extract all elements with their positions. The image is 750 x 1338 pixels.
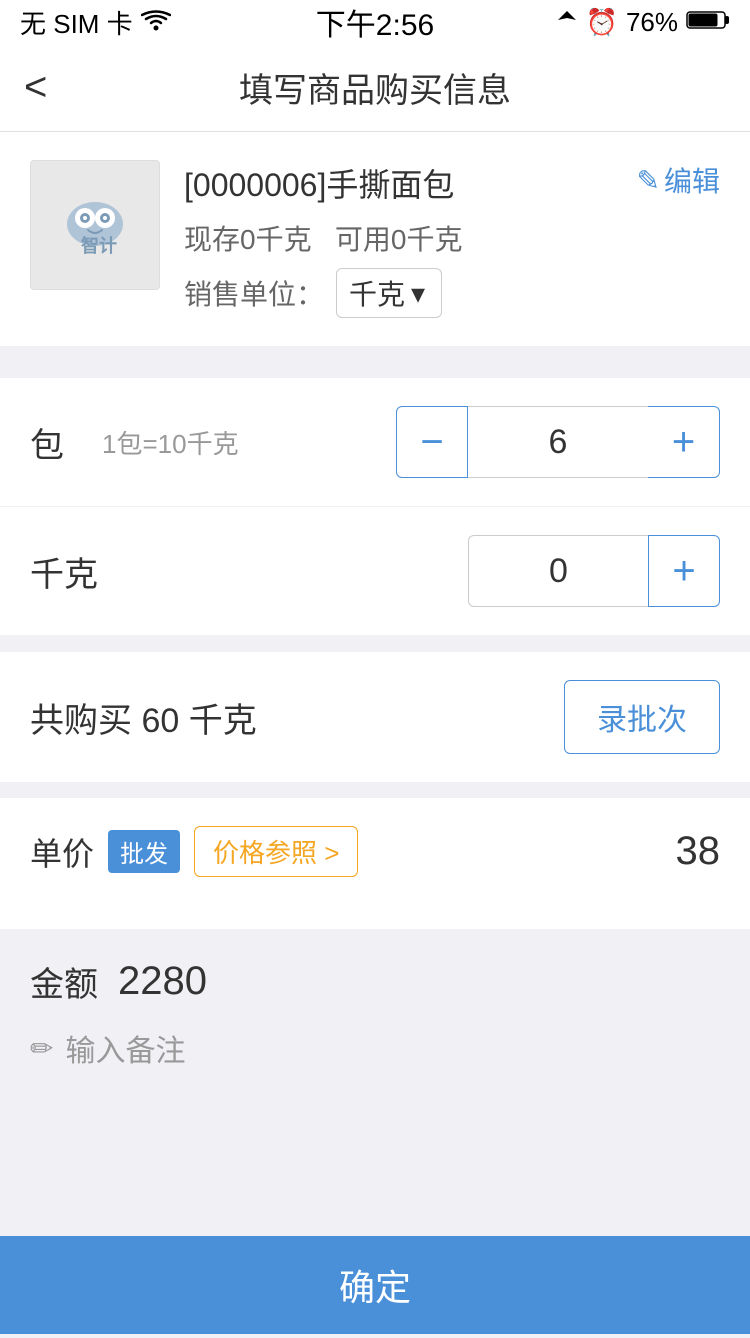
product-name: [0000006]手撕面包 [184, 160, 454, 206]
package-label: 包 [30, 418, 90, 467]
edit-icon: ✎ [637, 164, 660, 197]
alarm-icon: ⏰ [586, 7, 618, 38]
divider-2 [0, 782, 750, 798]
svg-text:智计: 智计 [81, 235, 117, 254]
kg-quantity-control: + [468, 535, 720, 607]
package-section: 包 1包=10千克 − + 千克 + [0, 378, 750, 636]
product-card: 智计 [0000006]手撕面包 ✎ 编辑 现存0千克 可用0千克 销售单位： … [0, 132, 750, 346]
record-batch-button[interactable]: 录批次 [564, 680, 720, 754]
note-row[interactable]: ✏ 输入备注 [30, 1026, 720, 1070]
product-image: 智计 [30, 160, 160, 290]
location-icon [556, 7, 578, 38]
pencil-icon: ✏ [30, 1032, 53, 1065]
battery-text: 76% [626, 7, 678, 38]
status-bar-left: 无 SIM 卡 [20, 4, 171, 41]
carrier-text: 无 SIM 卡 [20, 4, 133, 41]
package-quantity-control: − + [396, 406, 720, 478]
product-stock: 现存0千克 可用0千克 [184, 218, 720, 258]
wifi-icon [141, 7, 171, 38]
divider-1 [0, 362, 750, 378]
product-logo-icon: 智计 [55, 184, 135, 267]
price-badge: 批发 [108, 830, 180, 873]
note-label: 输入备注 [65, 1026, 185, 1070]
product-info: [0000006]手撕面包 ✎ 编辑 现存0千克 可用0千克 销售单位： 千克 … [184, 160, 720, 318]
chevron-down-icon: ▾ [411, 277, 425, 310]
amount-row: 金额 2280 [30, 957, 720, 1006]
product-unit-row: 销售单位： 千克 ▾ [184, 268, 720, 318]
package-increment-button[interactable]: + [648, 406, 720, 478]
status-bar-time: 下午2:56 [316, 0, 434, 44]
back-button[interactable]: < [24, 65, 47, 110]
battery-icon [686, 7, 730, 38]
unit-select[interactable]: 千克 ▾ [336, 268, 442, 318]
edit-button[interactable]: ✎ 编辑 [637, 160, 720, 200]
package-sublabel: 1包=10千克 [102, 424, 396, 461]
confirm-button[interactable]: 确定 [0, 1236, 750, 1334]
kg-increment-button[interactable]: + [648, 535, 720, 607]
price-section: 单价 批发 价格参照 > 38 [0, 798, 750, 929]
package-decrement-button[interactable]: − [396, 406, 468, 478]
summary-row: 共购买 60 千克 录批次 [0, 652, 750, 782]
status-bar: 无 SIM 卡 下午2:56 ⏰ 76% [0, 0, 750, 44]
page-title: 填写商品购买信息 [239, 63, 511, 112]
price-label: 单价 批发 价格参照 > [30, 826, 358, 877]
price-row: 单价 批发 价格参照 > 38 [30, 826, 720, 877]
kg-quantity-input[interactable] [468, 535, 648, 607]
price-reference-button[interactable]: 价格参照 > [194, 826, 358, 877]
summary-text: 共购买 60 千克 [30, 693, 257, 742]
product-title-row: [0000006]手撕面包 ✎ 编辑 [184, 160, 720, 206]
amount-label: 金额 [30, 957, 98, 1006]
nav-bar: < 填写商品购买信息 [0, 44, 750, 132]
status-bar-right: ⏰ 76% [556, 7, 730, 38]
amount-value: 2280 [118, 959, 207, 1004]
price-value: 38 [676, 829, 721, 874]
kg-label: 千克 [30, 547, 98, 596]
amount-section: 金额 2280 ✏ 输入备注 [0, 929, 750, 1098]
package-quantity-input[interactable] [468, 406, 648, 478]
package-row: 包 1包=10千克 − + [0, 378, 750, 507]
kg-row: 千克 + [0, 507, 750, 636]
